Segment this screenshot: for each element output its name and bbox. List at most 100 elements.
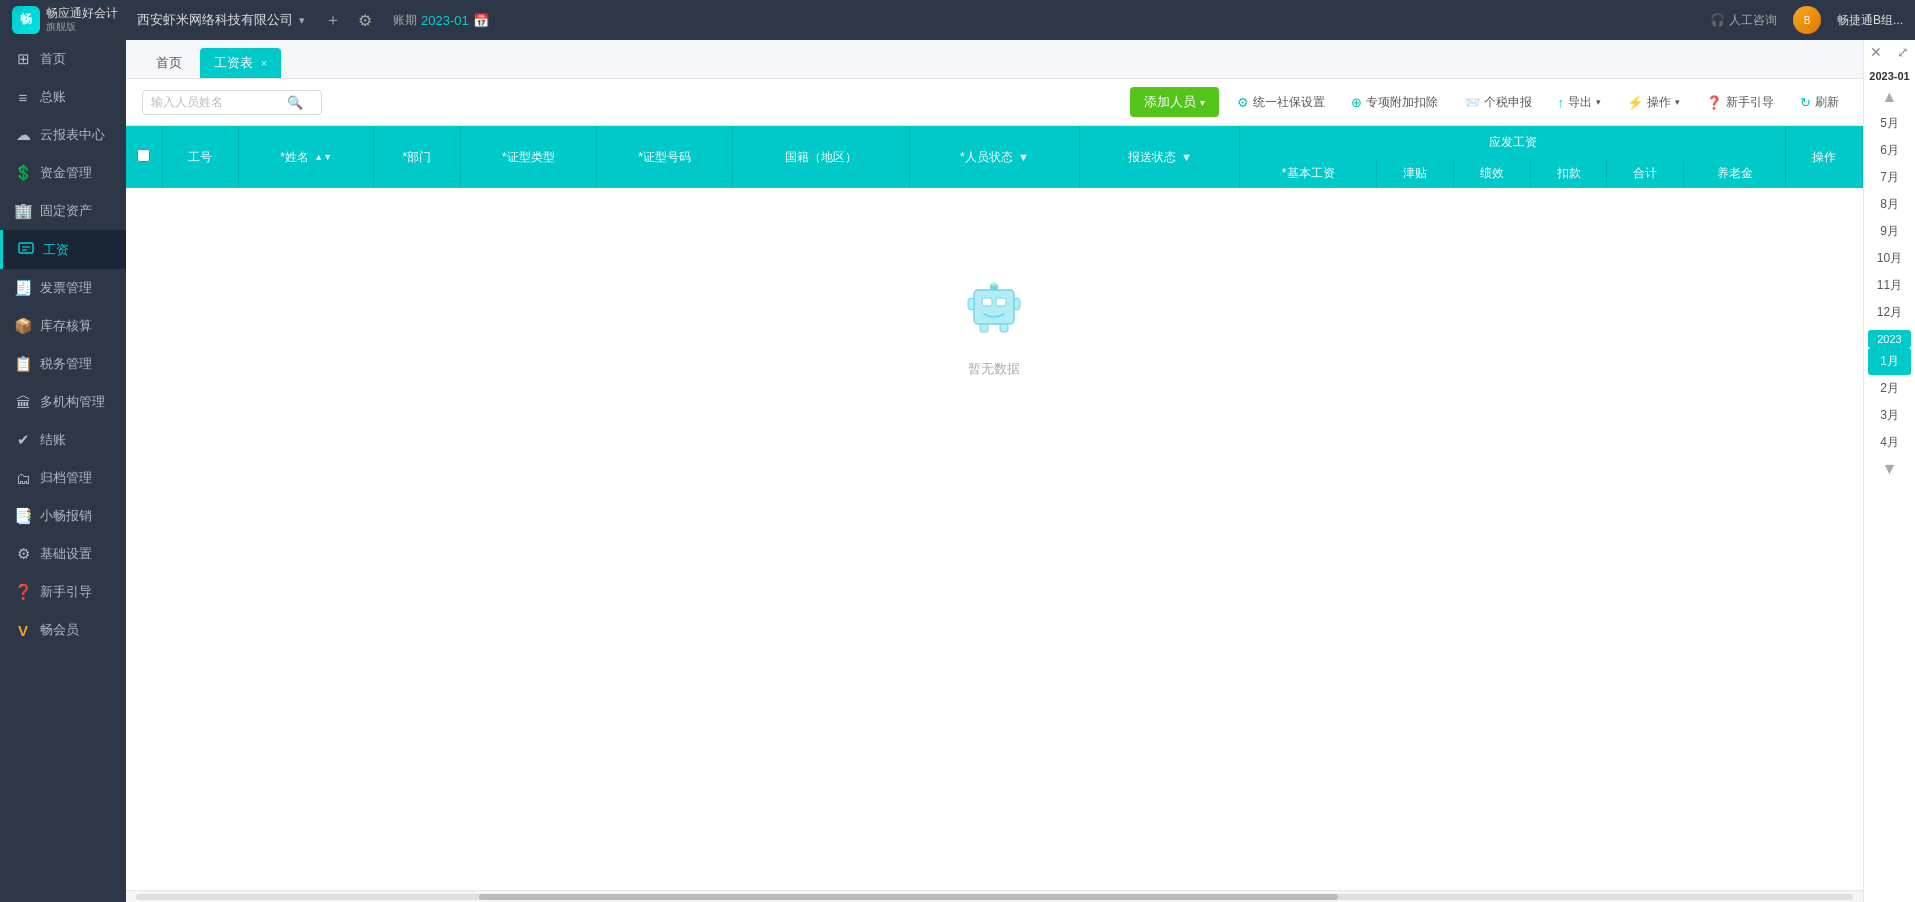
rp-controls: ✕ ⤢ [1864, 40, 1915, 64]
sidebar-item-invoice[interactable]: 🧾 发票管理 [0, 269, 126, 307]
header-actions: ＋ ⚙ [321, 8, 377, 32]
toolbar: 🔍 添加人员 ▾ ⚙ 统一社保设置 ⊕ 专项附加扣除 📨 个税申报 ↑ 导出 [126, 79, 1863, 126]
salary-icon [17, 240, 35, 259]
company-selector[interactable]: 西安虾米网络科技有限公司 ▾ [137, 11, 305, 29]
asset-icon: 🏢 [14, 202, 32, 220]
panel-expand-button[interactable]: ⤢ [1897, 44, 1909, 60]
th-checkbox[interactable] [126, 126, 162, 188]
add-person-button[interactable]: 添加人员 ▾ [1130, 87, 1219, 117]
export-dropdown-icon: ▾ [1596, 97, 1601, 107]
sidebar-item-asset[interactable]: 🏢 固定资产 [0, 192, 126, 230]
refresh-icon: ↻ [1800, 95, 1811, 110]
search-box[interactable]: 🔍 [142, 90, 322, 115]
report-status-filter-icon: ▼ [1181, 151, 1192, 163]
special-deduction-icon: ⊕ [1351, 95, 1362, 110]
rp-month-2[interactable]: 2月 [1864, 375, 1915, 402]
rp-month-3[interactable]: 3月 [1864, 402, 1915, 429]
refresh-button[interactable]: ↻ 刷新 [1792, 90, 1847, 115]
calendar-icon[interactable]: 📅 [473, 13, 489, 28]
right-date-panel: ✕ ⤢ 2023-01 ▲ 5月 6月 7月 8月 9月 10月 11月 12月… [1863, 40, 1915, 902]
bottom-scrollbar[interactable] [126, 890, 1863, 902]
rp-month-1[interactable]: 1月 [1868, 348, 1911, 375]
sidebar-item-ledger[interactable]: ≡ 总账 [0, 78, 126, 116]
header-right: 🎧 人工咨询 B 畅捷通B组... [1710, 6, 1903, 34]
name-sort-icon: ▲▼ [314, 153, 332, 162]
sidebar-item-settle[interactable]: ✔ 结账 [0, 421, 126, 459]
archive-icon: 🗂 [14, 470, 32, 487]
multi-org-icon: 🏛 [14, 394, 32, 411]
rp-month-12[interactable]: 12月 [1864, 299, 1915, 326]
scrollbar-thumb[interactable] [479, 894, 1338, 900]
th-pension: 养老金 [1684, 159, 1786, 188]
social-security-button[interactable]: ⚙ 统一社保设置 [1229, 90, 1333, 115]
rp-month-10[interactable]: 10月 [1864, 245, 1915, 272]
svg-rect-4 [982, 298, 992, 306]
app-sub: 旗舰版 [46, 20, 118, 34]
rp-month-11[interactable]: 11月 [1864, 272, 1915, 299]
special-deduction-button[interactable]: ⊕ 专项附加扣除 [1343, 90, 1446, 115]
rp-month-4[interactable]: 4月 [1864, 429, 1915, 456]
rp-month-8[interactable]: 8月 [1864, 191, 1915, 218]
th-nationality: 国籍（地区） [733, 126, 910, 188]
rp-month-9[interactable]: 9月 [1864, 218, 1915, 245]
sidebar-item-member[interactable]: V 畅会员 [0, 611, 126, 649]
th-person-status[interactable]: *人员状态 ▼ [909, 126, 1079, 188]
tab-home[interactable]: 首页 [142, 48, 196, 78]
user-name: 畅捷通B组... [1837, 12, 1903, 29]
svg-rect-9 [1014, 298, 1020, 310]
th-base-salary: *基本工资 [1240, 159, 1376, 188]
settings-icon[interactable]: ⚙ [353, 8, 377, 32]
sidebar-item-expense[interactable]: 📑 小畅报销 [0, 497, 126, 535]
export-button[interactable]: ↑ 导出 ▾ [1550, 90, 1610, 115]
settle-icon: ✔ [14, 431, 32, 449]
rp-month-5[interactable]: 5月 [1864, 110, 1915, 137]
company-name: 西安虾米网络科技有限公司 [137, 11, 293, 29]
search-input[interactable] [151, 95, 281, 109]
sidebar-item-multi-org[interactable]: 🏛 多机构管理 [0, 383, 126, 421]
scrollbar-track[interactable] [136, 894, 1853, 900]
rp-prev-nav[interactable]: ▲ [1864, 84, 1915, 110]
th-name[interactable]: *姓名 ▲▼ [239, 126, 374, 188]
th-performance: 绩效 [1453, 159, 1530, 188]
rp-next-nav[interactable]: ▼ [1864, 456, 1915, 482]
rp-month-6[interactable]: 6月 [1864, 137, 1915, 164]
sidebar-item-home[interactable]: ⊞ 首页 [0, 40, 126, 78]
guide-button[interactable]: ❓ 新手引导 [1698, 90, 1782, 115]
user-avatar[interactable]: B [1793, 6, 1821, 34]
home-icon: ⊞ [14, 50, 32, 68]
period-value[interactable]: 2023-01 [421, 13, 469, 28]
th-id-no: *证型号码 [596, 126, 732, 188]
tab-close-salary[interactable]: × [261, 57, 267, 69]
panel-close-button[interactable]: ✕ [1870, 44, 1882, 60]
service-button[interactable]: 🎧 人工咨询 [1710, 12, 1777, 29]
empty-text: 暂无数据 [968, 360, 1020, 378]
company-dropdown-icon: ▾ [299, 14, 305, 27]
period-label: 账期 [393, 12, 417, 29]
svg-point-7 [992, 282, 996, 286]
sidebar-item-fund[interactable]: 💲 资金管理 [0, 154, 126, 192]
tab-salary[interactable]: 工资表 × [200, 48, 281, 78]
th-report-status[interactable]: 报送状态 ▼ [1080, 126, 1240, 188]
th-id-type: *证型类型 [460, 126, 596, 188]
rp-month-7[interactable]: 7月 [1864, 164, 1915, 191]
operations-icon: ⚡ [1627, 95, 1643, 110]
personal-tax-icon: 📨 [1464, 95, 1480, 110]
sidebar-item-settings[interactable]: ⚙ 基础设置 [0, 535, 126, 573]
th-deduction: 扣款 [1530, 159, 1607, 188]
sidebar-item-inventory[interactable]: 📦 库存核算 [0, 307, 126, 345]
sidebar-item-archive[interactable]: 🗂 归档管理 [0, 459, 126, 497]
operations-button[interactable]: ⚡ 操作 ▾ [1619, 90, 1688, 115]
personal-tax-button[interactable]: 📨 个税申报 [1456, 90, 1540, 115]
sidebar-item-salary[interactable]: 工资 [0, 230, 126, 269]
rp-year-badge: 2023 [1868, 330, 1911, 348]
sidebar-item-guide[interactable]: ❓ 新手引导 [0, 573, 126, 611]
guide-icon: ❓ [14, 583, 32, 601]
sidebar-item-tax[interactable]: 📋 税务管理 [0, 345, 126, 383]
empty-state: 暂无数据 [126, 188, 1863, 458]
th-salary-group: 应发工资 [1240, 126, 1786, 159]
add-button[interactable]: ＋ [321, 8, 345, 32]
sidebar-item-cloud-report[interactable]: ☁ 云报表中心 [0, 116, 126, 154]
select-all-checkbox[interactable] [137, 149, 150, 162]
inventory-icon: 📦 [14, 317, 32, 335]
fund-icon: 💲 [14, 164, 32, 182]
